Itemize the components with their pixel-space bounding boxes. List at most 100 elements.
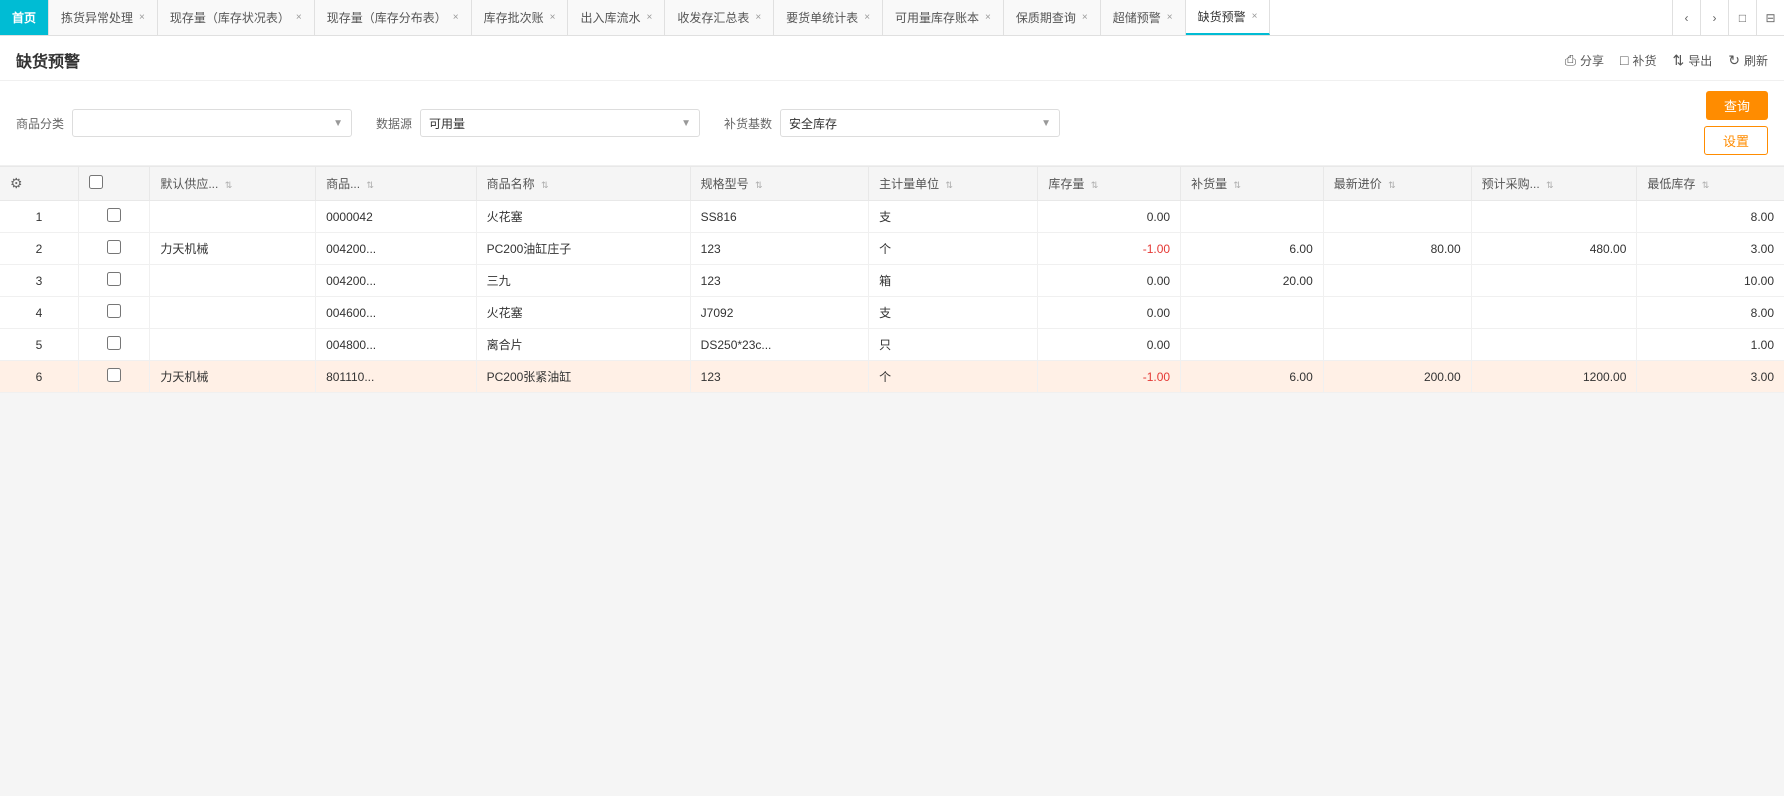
cell-checkbox[interactable] — [78, 329, 149, 361]
cell-checkbox[interactable] — [78, 201, 149, 233]
cell-replenish: 6.00 — [1181, 361, 1324, 393]
table-row: 4 004600... 火花塞 J7092 支 0.00 8.00 — [0, 297, 1784, 329]
th-plan-purchase[interactable]: 预计采购... ⇅ — [1471, 167, 1637, 201]
query-button[interactable]: 查询 — [1706, 91, 1768, 120]
table-body: 1 0000042 火花塞 SS816 支 0.00 8.00 2 力天机械 0… — [0, 201, 1784, 393]
export-icon: ⇅ — [1673, 52, 1685, 69]
th-name[interactable]: 商品名称 ⇅ — [476, 167, 690, 201]
cell-unit: 箱 — [869, 265, 1038, 297]
page-header: 缺货预警 ⎙ 分享 □ 补货 ⇅ 导出 ↻ 刷新 — [0, 36, 1784, 81]
cell-checkbox[interactable] — [78, 361, 149, 393]
row-checkbox[interactable] — [107, 208, 121, 222]
th-code[interactable]: 商品... ⇅ — [316, 167, 477, 201]
tab-restore[interactable]: □ — [1728, 0, 1756, 36]
tab-close-overstock[interactable]: × — [1167, 12, 1173, 23]
cell-code: 004200... — [316, 233, 477, 265]
cell-index: 2 — [0, 233, 78, 265]
cell-replenish — [1181, 297, 1324, 329]
cell-unit: 个 — [869, 233, 1038, 265]
th-supplier[interactable]: 默认供应... ⇅ — [150, 167, 316, 201]
export-button[interactable]: ⇅ 导出 — [1673, 52, 1713, 69]
select-all-checkbox[interactable] — [89, 175, 103, 189]
cell-replenish: 6.00 — [1181, 233, 1324, 265]
datasource-select[interactable]: 可用量 ▼ — [420, 109, 700, 137]
tab-inout-flow[interactable]: 出入库流水 × — [568, 0, 665, 35]
tab-expiry[interactable]: 保质期查询 × — [1004, 0, 1101, 35]
share-button[interactable]: ⎙ 分享 — [1565, 52, 1604, 69]
cell-stock: 0.00 — [1038, 201, 1181, 233]
cell-index: 4 — [0, 297, 78, 329]
tab-close-available-ledger[interactable]: × — [985, 12, 991, 23]
tab-receive-summary[interactable]: 收发存汇总表 × — [665, 0, 774, 35]
cell-plan-purchase — [1471, 201, 1637, 233]
th-replenish[interactable]: 补货量 ⇅ — [1181, 167, 1324, 201]
category-select[interactable]: ▼ — [72, 109, 352, 137]
row-checkbox[interactable] — [107, 240, 121, 254]
page-title: 缺货预警 — [16, 48, 1565, 72]
tab-abnormal[interactable]: 拣货异常处理 × — [49, 0, 158, 35]
tab-stock-dist[interactable]: 现存量（库存分布表） × — [315, 0, 472, 35]
table-row: 6 力天机械 801110... PC200张紧油缸 123 个 -1.00 6… — [0, 361, 1784, 393]
cell-checkbox[interactable] — [78, 233, 149, 265]
cell-latest-price — [1323, 265, 1471, 297]
cell-plan-purchase — [1471, 329, 1637, 361]
sort-price-icon: ⇅ — [1388, 180, 1396, 190]
tab-home[interactable]: 首页 — [0, 0, 49, 35]
cell-supplier — [150, 297, 316, 329]
filter-actions: 查询 设置 — [1704, 91, 1768, 155]
tab-scroll-left[interactable]: ‹ — [1672, 0, 1700, 36]
replenish-button[interactable]: □ 补货 — [1620, 52, 1656, 69]
cell-spec: J7092 — [690, 297, 868, 329]
tab-scroll-right[interactable]: › — [1700, 0, 1728, 36]
tab-close-batch[interactable]: × — [550, 12, 556, 23]
cell-name: PC200张紧油缸 — [476, 361, 690, 393]
cell-supplier: 力天机械 — [150, 361, 316, 393]
tab-batch[interactable]: 库存批次账 × — [472, 0, 569, 35]
tab-close-shortage[interactable]: × — [1252, 11, 1258, 22]
cell-min-stock: 1.00 — [1637, 329, 1784, 361]
th-spec[interactable]: 规格型号 ⇅ — [690, 167, 868, 201]
tab-stock-status[interactable]: 现存量（库存状况表） × — [158, 0, 315, 35]
replenish-basis-select[interactable]: 安全库存 ▼ — [780, 109, 1060, 137]
cell-unit: 个 — [869, 361, 1038, 393]
cell-name: 火花塞 — [476, 297, 690, 329]
tab-fullscreen[interactable]: ⊟ — [1756, 0, 1784, 36]
cell-latest-price: 200.00 — [1323, 361, 1471, 393]
th-stock[interactable]: 库存量 ⇅ — [1038, 167, 1181, 201]
tab-close-receive-summary[interactable]: × — [755, 12, 761, 23]
tab-requisition[interactable]: 要货单统计表 × — [774, 0, 883, 35]
sort-spec-icon: ⇅ — [755, 180, 763, 190]
row-checkbox[interactable] — [107, 272, 121, 286]
tab-available-ledger[interactable]: 可用量库存账本 × — [883, 0, 1004, 35]
row-checkbox[interactable] — [107, 336, 121, 350]
settings-button[interactable]: 设置 — [1704, 126, 1768, 155]
datasource-select-value: 可用量 — [429, 115, 673, 132]
tab-close-stock-status[interactable]: × — [296, 12, 302, 23]
th-min-stock[interactable]: 最低库存 ⇅ — [1637, 167, 1784, 201]
tab-close-stock-dist[interactable]: × — [453, 12, 459, 23]
cell-plan-purchase: 1200.00 — [1471, 361, 1637, 393]
cell-code: 801110... — [316, 361, 477, 393]
cell-checkbox[interactable] — [78, 265, 149, 297]
row-checkbox[interactable] — [107, 304, 121, 318]
cell-code: 0000042 — [316, 201, 477, 233]
filter-group-replenish-basis: 补货基数 安全库存 ▼ — [724, 109, 1060, 137]
th-checkbox[interactable] — [78, 167, 149, 201]
tab-close-expiry[interactable]: × — [1082, 12, 1088, 23]
th-latest-price[interactable]: 最新进价 ⇅ — [1323, 167, 1471, 201]
refresh-icon: ↻ — [1728, 52, 1740, 69]
cell-checkbox[interactable] — [78, 297, 149, 329]
tab-overstock[interactable]: 超储预警 × — [1101, 0, 1186, 35]
tab-close-abnormal[interactable]: × — [139, 12, 145, 23]
th-unit[interactable]: 主计量单位 ⇅ — [869, 167, 1038, 201]
replenish-basis-label: 补货基数 — [724, 115, 772, 132]
tab-close-inout-flow[interactable]: × — [646, 12, 652, 23]
filter-row: 商品分类 ▼ 数据源 可用量 ▼ 补货基数 安全库存 ▼ 查询 设置 — [0, 81, 1784, 166]
th-gear[interactable]: ⚙ — [0, 167, 78, 201]
tab-close-requisition[interactable]: × — [864, 12, 870, 23]
refresh-button[interactable]: ↻ 刷新 — [1728, 52, 1768, 69]
cell-supplier — [150, 201, 316, 233]
tab-shortage[interactable]: 缺货预警 × — [1186, 0, 1271, 35]
cell-name: 离合片 — [476, 329, 690, 361]
row-checkbox[interactable] — [107, 368, 121, 382]
